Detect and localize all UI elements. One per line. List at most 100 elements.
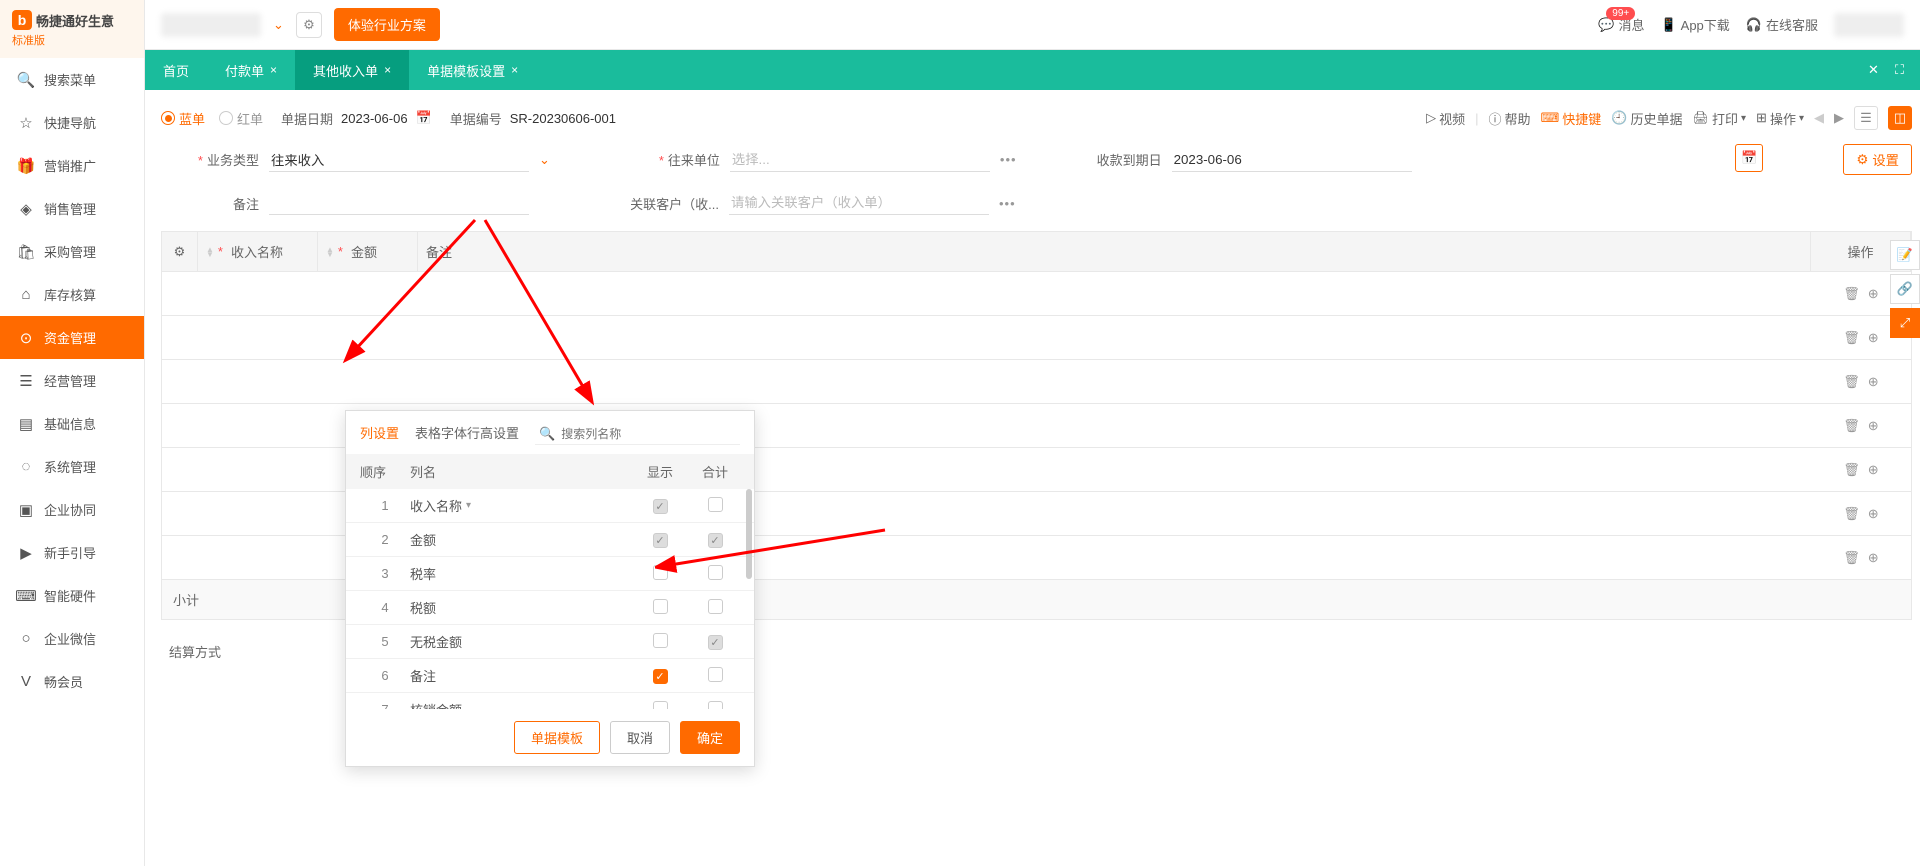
sort-icon[interactable]: ▲▼ [326, 247, 334, 257]
cancel-button[interactable]: 取消 [610, 721, 670, 754]
sum-checkbox[interactable] [708, 565, 723, 580]
view-list-icon[interactable]: ☰ [1854, 106, 1878, 130]
fullscreen-icon[interactable]: ⛶ [1891, 58, 1908, 82]
sidebar-item[interactable]: ☆快捷导航 [0, 101, 144, 144]
sidebar-item[interactable]: ⌂库存核算 [0, 273, 144, 316]
more-icon[interactable]: ••• [1000, 152, 1017, 167]
video-link[interactable]: ▷视频 [1426, 109, 1465, 128]
messages-link[interactable]: 💬 99+ 消息 [1598, 15, 1644, 34]
help-link[interactable]: ⓘ帮助 [1488, 109, 1530, 128]
close-icon[interactable]: × [511, 63, 518, 77]
delete-icon[interactable]: 🗑 [1843, 374, 1860, 390]
sidebar-item[interactable]: ◌系统管理 [0, 445, 144, 488]
operate-link[interactable]: ⊞操作▾ [1756, 109, 1804, 128]
sum-checkbox[interactable] [708, 701, 723, 710]
sidebar-item[interactable]: ◈销售管理 [0, 187, 144, 230]
copy-icon[interactable]: ⊕ [1868, 374, 1879, 390]
sum-checkbox[interactable] [708, 599, 723, 614]
copy-icon[interactable]: ⊕ [1868, 330, 1879, 346]
show-checkbox[interactable]: ✓ [653, 499, 668, 514]
column-search-input[interactable] [561, 427, 736, 441]
settings-button[interactable]: ⚙设置 [1843, 144, 1912, 175]
close-icon[interactable]: × [384, 63, 391, 77]
settings-gear-button[interactable]: ⚙ [296, 12, 322, 38]
column-settings-button[interactable]: ⚙ [162, 232, 198, 271]
delete-icon[interactable]: 🗑 [1843, 418, 1860, 434]
delete-icon[interactable]: 🗑 [1843, 330, 1860, 346]
scrollbar[interactable] [746, 489, 752, 579]
calendar-button[interactable]: 📅 [1735, 144, 1763, 172]
prev-icon[interactable]: ◀ [1814, 110, 1824, 126]
copy-icon[interactable]: ⊕ [1868, 286, 1879, 302]
sum-checkbox[interactable] [708, 667, 723, 682]
table-row[interactable]: 🗑⊕ [162, 272, 1911, 316]
view-detail-icon[interactable]: ◫ [1888, 106, 1912, 130]
sidebar-item[interactable]: V畅会员 [0, 660, 144, 703]
show-checkbox[interactable] [653, 701, 668, 710]
sum-checkbox[interactable] [708, 497, 723, 512]
sidebar-item[interactable]: ☰经营管理 [0, 359, 144, 402]
org-selector-blur[interactable] [161, 13, 261, 37]
radio-red[interactable]: 红单 [219, 109, 263, 128]
delete-icon[interactable]: 🗑 [1843, 506, 1860, 522]
copy-icon[interactable]: ⊕ [1868, 506, 1879, 522]
user-info-blur[interactable] [1834, 13, 1904, 37]
float-link-icon[interactable]: 🔗 [1890, 274, 1920, 304]
delete-icon[interactable]: 🗑 [1843, 286, 1860, 302]
sidebar-item[interactable]: ⊙资金管理 [0, 316, 144, 359]
party-input[interactable] [730, 148, 990, 172]
sum-checkbox[interactable]: ✓ [708, 635, 723, 650]
chevron-down-icon[interactable]: ▾ [466, 500, 471, 511]
sidebar-item[interactable]: ▶新手引导 [0, 531, 144, 574]
biz-type-input[interactable] [269, 148, 529, 172]
tab[interactable]: 付款单× [207, 50, 295, 90]
show-checkbox[interactable]: ✓ [653, 669, 668, 684]
remark-input[interactable] [269, 191, 529, 215]
sort-icon[interactable]: ▲▼ [206, 247, 214, 257]
delete-icon[interactable]: 🗑 [1843, 550, 1860, 566]
tab[interactable]: 首页 [145, 50, 207, 90]
tab-close-all-icon[interactable]: ✕ [1864, 58, 1883, 82]
due-date-input[interactable] [1172, 148, 1412, 172]
tab[interactable]: 其他收入单× [295, 50, 409, 90]
more-icon[interactable]: ••• [999, 196, 1016, 211]
delete-icon[interactable]: 🗑 [1843, 462, 1860, 478]
next-icon[interactable]: ▶ [1834, 110, 1844, 126]
tab[interactable]: 单据模板设置× [409, 50, 536, 90]
sum-checkbox[interactable]: ✓ [708, 533, 723, 548]
calendar-icon[interactable]: 📅 [416, 110, 432, 126]
customer-input[interactable] [729, 191, 989, 215]
show-checkbox[interactable] [653, 565, 668, 580]
template-button[interactable]: 单据模板 [514, 721, 600, 754]
sidebar-item[interactable]: ⌨智能硬件 [0, 574, 144, 617]
table-row[interactable]: 🗑⊕ [162, 360, 1911, 404]
shortcut-link[interactable]: ⌨快捷键 [1541, 109, 1602, 128]
sidebar-item[interactable]: 🎁营销推广 [0, 144, 144, 187]
dropdown-caret-icon[interactable]: ⌄ [273, 17, 284, 33]
float-note-icon[interactable]: 📝 [1890, 240, 1920, 270]
radio-blue[interactable]: 蓝单 [161, 109, 205, 128]
show-checkbox[interactable] [653, 599, 668, 614]
online-service-link[interactable]: 🎧 在线客服 [1746, 15, 1818, 34]
float-expand-icon[interactable]: ⤢ [1890, 308, 1920, 338]
try-industry-button[interactable]: 体验行业方案 [334, 8, 440, 41]
sidebar-item[interactable]: 🛍采购管理 [0, 230, 144, 273]
chevron-down-icon[interactable]: ⌄ [539, 152, 550, 168]
sidebar-item[interactable]: ▤基础信息 [0, 402, 144, 445]
print-link[interactable]: 🖨打印▾ [1692, 109, 1746, 128]
confirm-button[interactable]: 确定 [680, 721, 740, 754]
history-link[interactable]: 🕘历史单据 [1611, 109, 1682, 128]
show-checkbox[interactable]: ✓ [653, 533, 668, 548]
popup-tab-columns[interactable]: 列设置 [360, 423, 399, 446]
app-download-link[interactable]: 📱 App下载 [1660, 15, 1729, 34]
copy-icon[interactable]: ⊕ [1868, 462, 1879, 478]
table-row[interactable]: 🗑⊕ [162, 316, 1911, 360]
close-icon[interactable]: × [270, 63, 277, 77]
sidebar-item[interactable]: ▣企业协同 [0, 488, 144, 531]
sidebar-item[interactable]: ○企业微信 [0, 617, 144, 660]
copy-icon[interactable]: ⊕ [1868, 550, 1879, 566]
sidebar-item[interactable]: 🔍搜索菜单 [0, 58, 144, 101]
popup-tab-font[interactable]: 表格字体行高设置 [415, 423, 519, 446]
doc-date-value[interactable]: 2023-06-06 [341, 111, 408, 126]
show-checkbox[interactable] [653, 633, 668, 648]
